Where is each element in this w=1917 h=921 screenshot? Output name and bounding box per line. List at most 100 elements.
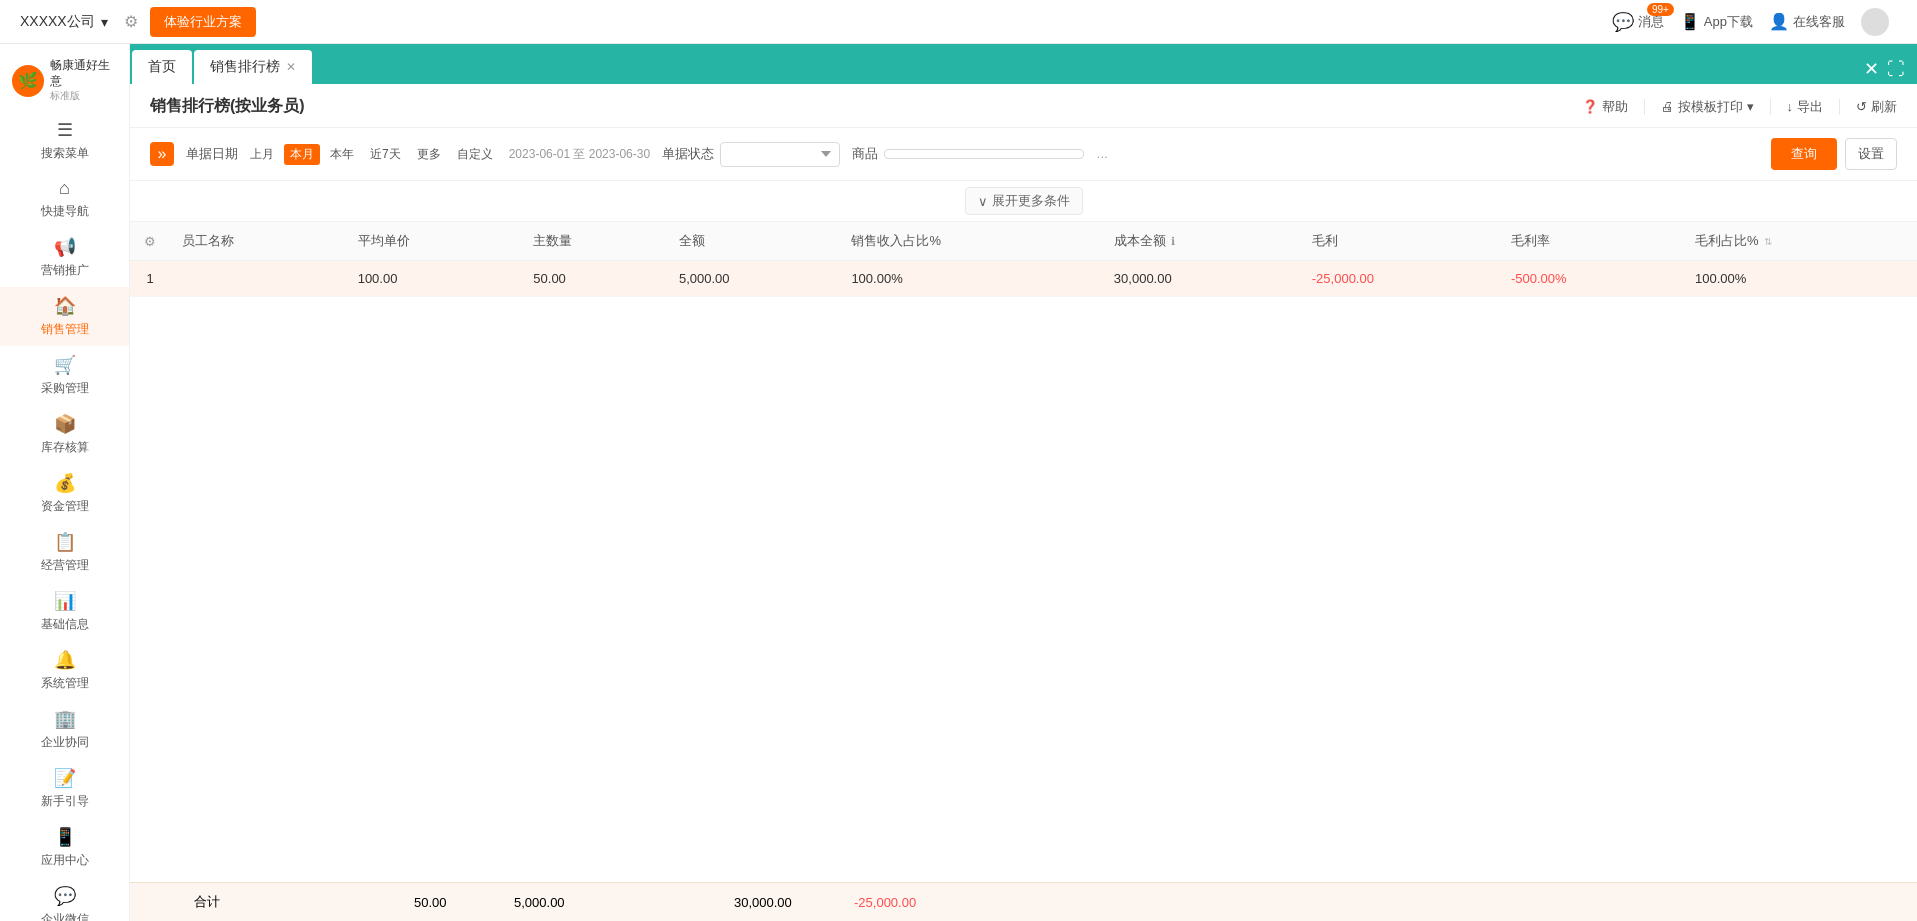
custom-date-option[interactable]: 自定义 [451,144,499,165]
filter-date-group: 单据日期 上月 本月 本年 近7天 更多 自定义 2023-06-01 至 20… [186,144,650,165]
export-action[interactable]: ↓ 导出 [1787,98,1824,116]
table-settings-icon[interactable]: ⚙ [144,234,156,249]
settings-icon[interactable]: ⚙ [124,12,138,31]
sidebar-item-sales[interactable]: 🏠 销售管理 [0,287,129,346]
logo-text: 畅康通好生意 [50,58,117,89]
footer-cell: 5,000.00 [502,895,602,910]
more-filters-link[interactable]: … [1096,147,1108,161]
tab-home[interactable]: 首页 [132,50,192,84]
col-amount: 全额 [667,222,839,261]
message-button[interactable]: 💬 消息 99+ [1612,11,1664,33]
filter-status-group: 单据状态 [662,142,840,167]
tab-close-icon[interactable]: ✕ [286,60,296,74]
tab-sales-rank[interactable]: 销售排行榜 ✕ [194,50,312,84]
sales-icon: 🏠 [54,295,76,317]
system-icon: 🔔 [54,649,76,671]
divider [1839,99,1840,115]
sidebar-item-operations[interactable]: 📋 经营管理 [0,523,129,582]
company-selector[interactable]: XXXXX公司 ▾ [12,9,116,35]
filter-status-select[interactable] [720,142,840,167]
last7days-option[interactable]: 近7天 [364,144,407,165]
trial-button[interactable]: 体验行业方案 [150,7,256,37]
col-cost: 成本全额 ℹ [1102,222,1300,261]
tab-fullscreen-icon[interactable]: ⛶ [1887,59,1905,80]
sidebar-item-marketing[interactable]: 📢 营销推广 [0,228,129,287]
prev-month-option[interactable]: 上月 [244,144,280,165]
this-month-option[interactable]: 本月 [284,144,320,165]
app-download-button[interactable]: 📱 App下载 [1680,12,1753,31]
filter-status-label: 单据状态 [662,145,714,163]
online-support-label: 在线客服 [1793,13,1845,31]
sidebar-item-search-order[interactable]: ☰ 搜索菜单 [0,111,129,170]
sidebar-item-guide[interactable]: 📝 新手引导 [0,759,129,818]
sidebar-label: 搜索菜单 [41,145,89,162]
col-avg-price: 平均单价 [346,222,522,261]
print-label: 按模板打印 [1678,98,1743,116]
logo-icon: 🌿 [12,65,44,97]
sidebar-item-inventory[interactable]: 📦 库存核算 [0,405,129,464]
cost-info-icon[interactable]: ℹ [1171,235,1175,247]
profit-pct-sort-icon[interactable]: ⇅ [1764,236,1772,247]
cell-name [170,261,346,297]
date-range-options: 上月 本月 本年 近7天 更多 自定义 [244,144,499,165]
print-icon: 🖨 [1661,99,1674,114]
filter-date-label: 单据日期 [186,145,238,163]
expand-more-button[interactable]: ∨ 展开更多条件 [965,187,1083,215]
logo-sub: 标准版 [50,89,117,103]
sidebar-item-app-center[interactable]: 📱 应用中心 [0,818,129,877]
sidebar-item-system[interactable]: 🔔 系统管理 [0,641,129,700]
online-support-button[interactable]: 👤 在线客服 [1769,12,1845,31]
sidebar-label: 营销推广 [41,262,89,279]
data-table: ⚙ 员工名称 平均单价 主数量 全额 销售收入占比% 成本全额 ℹ 毛利 [130,222,1917,297]
sidebar-item-quick-nav[interactable]: ⌂ 快捷导航 [0,170,129,228]
expand-more-bar: ∨ 展开更多条件 [130,181,1917,222]
sidebar-item-wechat[interactable]: 💬 企业微信 [0,877,129,921]
inventory-icon: 📦 [54,413,76,435]
content-area: 首页 销售排行榜 ✕ ✕ ⛶ 销售排行榜(按业务员) ❓ 帮助 [130,44,1917,921]
refresh-action[interactable]: ↺ 刷新 [1856,98,1897,116]
sidebar-item-finance[interactable]: 💰 资金管理 [0,464,129,523]
print-action[interactable]: 🖨 按模板打印 ▾ [1661,98,1754,116]
tab-bar-actions: ✕ ⛶ [1864,58,1917,84]
this-year-option[interactable]: 本年 [324,144,360,165]
filter-goods-input[interactable] [884,149,1084,159]
tab-home-label: 首页 [148,58,176,76]
cell-avg-price: 100.00 [346,261,522,297]
guide-icon: 📝 [54,767,76,789]
sidebar-label: 应用中心 [41,852,89,869]
table-wrap: ⚙ 员工名称 平均单价 主数量 全额 销售收入占比% 成本全额 ℹ 毛利 [130,222,1917,882]
operations-icon: 📋 [54,531,76,553]
message-badge: 99+ [1647,3,1674,16]
sidebar-label: 库存核算 [41,439,89,456]
filter-collapse-button[interactable]: » [150,142,174,166]
table-footer: 合计50.005,000.0030,000.00-25,000.00 [130,882,1917,921]
sidebar-label: 经营管理 [41,557,89,574]
table-header-row: ⚙ 员工名称 平均单价 主数量 全额 销售收入占比% 成本全额 ℹ 毛利 [130,222,1917,261]
sidebar-label: 企业协同 [41,734,89,751]
more-date-option[interactable]: 更多 [411,144,447,165]
table-empty-space [130,297,1917,882]
filter-goods-group: 商品 [852,145,1084,163]
col-settings[interactable]: ⚙ [130,222,170,261]
setting-button[interactable]: 设置 [1845,138,1897,170]
query-button[interactable]: 查询 [1771,138,1837,170]
sidebar-item-basic-info[interactable]: 📊 基础信息 [0,582,129,641]
col-name: 员工名称 [170,222,346,261]
col-profit: 毛利 [1300,222,1499,261]
quick-nav-icon: ⌂ [59,178,70,199]
sidebar-label: 新手引导 [41,793,89,810]
footer-cell: -25,000.00 [842,895,952,910]
cell-rank: 1 [130,261,170,297]
marketing-icon: 📢 [54,236,76,258]
sidebar-item-enterprise[interactable]: 🏢 企业协同 [0,700,129,759]
company-name: XXXXX公司 [20,13,95,31]
top-bar: XXXXX公司 ▾ ⚙ 体验行业方案 💬 消息 99+ 📱 App下载 👤 在线… [0,0,1917,44]
page-title-row: 销售排行榜(按业务员) ❓ 帮助 🖨 按模板打印 ▾ [150,96,1897,117]
tab-close-all-icon[interactable]: ✕ [1864,58,1879,80]
sidebar-item-purchase[interactable]: 🛒 采购管理 [0,346,129,405]
cell-cost: 30,000.00 [1102,261,1300,297]
help-action[interactable]: ❓ 帮助 [1582,98,1628,116]
purchase-icon: 🛒 [54,354,76,376]
export-label: 导出 [1797,98,1823,116]
refresh-label: 刷新 [1871,98,1897,116]
